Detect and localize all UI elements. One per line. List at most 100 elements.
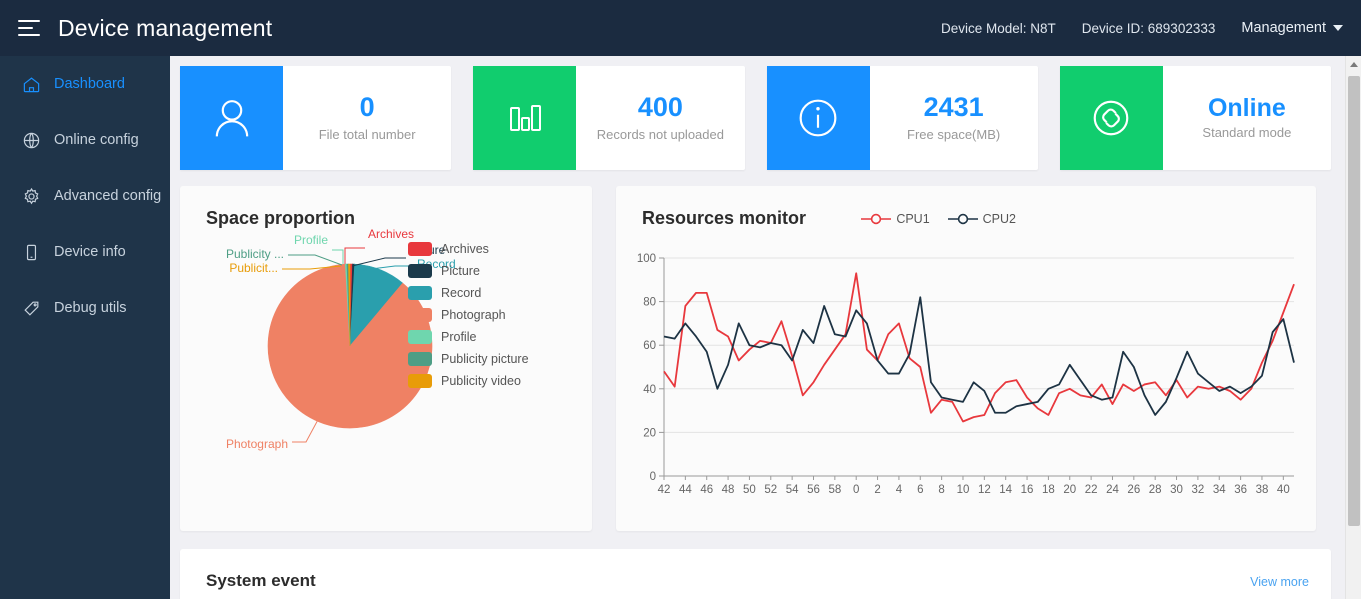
x-axis-tick-label: 8: [938, 484, 944, 496]
legend-swatch: [408, 352, 432, 366]
x-axis-tick-label: 34: [1213, 484, 1226, 496]
top-header-bar: Device management Device Model: N8T Devi…: [0, 0, 1361, 56]
pie-legend-item[interactable]: Picture: [408, 264, 529, 278]
y-axis-tick-label: 80: [643, 297, 656, 309]
stat-card-free-space[interactable]: 2431 Free space(MB): [766, 66, 1038, 170]
pie-callout-label: Archives: [368, 227, 414, 241]
x-axis-tick-label: 46: [700, 484, 713, 496]
space-proportion-pie-chart[interactable]: Archives Picture Record Profile Publicity ..…: [180, 186, 592, 531]
x-axis-tick-label: 4: [896, 484, 903, 496]
main-content: 0 File total number 400 Records not uplo…: [170, 56, 1345, 599]
pie-legend: Archives Picture Record Photograph Profile Pu…: [408, 242, 529, 388]
legend-label: Profile: [441, 330, 477, 344]
line-series[interactable]: [663, 296, 1295, 416]
resources-monitor-panel: Resources monitor CPU1 CPU2 0 20 40 60 80 100 4…: [616, 186, 1316, 531]
pie-callout-label: Publicit...: [229, 261, 278, 275]
stat-label: Records not uploaded: [596, 126, 724, 142]
resources-monitor-line-chart[interactable]: 02040608010042 44 46 48 50 52 54 56 58 0 2 4 6 8 10 12 1…: [616, 186, 1316, 531]
device-model-text: Device Model: N8T: [940, 20, 1056, 36]
scroll-up-arrow-icon[interactable]: [1346, 56, 1361, 72]
x-axis-tick-label: 58: [828, 484, 841, 496]
x-axis-tick-label: 44: [679, 484, 692, 496]
line-marker-icon: [861, 213, 892, 225]
x-axis-tick-label: 28: [1149, 484, 1162, 496]
stat-label: Standard mode: [1202, 125, 1292, 141]
chevron-down-icon: [1333, 25, 1343, 31]
cpu-legend-label: CPU1: [896, 212, 930, 226]
info-icon: [766, 66, 870, 170]
stat-card-records-not-uploaded[interactable]: 400 Records not uploaded: [473, 66, 745, 170]
bar-chart-icon: [473, 66, 577, 170]
cpu-legend-item[interactable]: CPU1: [861, 212, 930, 226]
x-axis-tick-label: 38: [1256, 484, 1269, 496]
scrollbar-thumb[interactable]: [1348, 76, 1360, 526]
y-axis-tick-label: 60: [643, 340, 656, 352]
y-axis-tick-label: 40: [643, 384, 656, 396]
pie-legend-item[interactable]: Publicity picture: [408, 352, 529, 366]
home-icon: [20, 73, 42, 95]
x-axis-tick-label: 0: [853, 484, 859, 496]
globe-icon: [20, 129, 42, 151]
system-event-panel: System event View more: [180, 549, 1331, 599]
pie-callout-label: Profile: [294, 233, 328, 247]
stat-value: Online: [1207, 93, 1286, 122]
sidebar-item-dashboard[interactable]: Dashboard: [0, 56, 170, 112]
legend-label: Picture: [441, 264, 480, 278]
legend-label: Publicity video: [441, 374, 521, 388]
system-event-title: System event: [206, 571, 316, 590]
sidebar-item-online-config[interactable]: Online config: [0, 112, 170, 168]
tag-icon: [20, 297, 42, 319]
sidebar-item-label: Debug utils: [54, 300, 127, 316]
stat-value: 0: [359, 92, 375, 123]
stat-label: File total number: [318, 126, 416, 142]
x-axis-tick-label: 32: [1191, 484, 1204, 496]
x-axis-tick-label: 30: [1170, 484, 1183, 496]
x-axis-tick-label: 54: [786, 484, 799, 496]
pie-legend-item[interactable]: Profile: [408, 330, 529, 344]
x-axis-tick-label: 48: [722, 484, 735, 496]
legend-swatch: [408, 286, 432, 300]
pie-legend-item[interactable]: Record: [408, 286, 529, 300]
legend-swatch: [408, 330, 432, 344]
dashboard-page: Device management Device Model: N8T Devi…: [0, 0, 1361, 599]
pie-legend-item[interactable]: Photograph: [408, 308, 529, 322]
y-axis-tick-label: 20: [643, 427, 656, 439]
sidebar: Dashboard Online config Advanced config …: [0, 56, 170, 599]
pie-callout-label: Photograph: [226, 437, 288, 451]
legend-label: Publicity picture: [441, 352, 529, 366]
x-axis-tick-label: 52: [764, 484, 777, 496]
line-marker-icon: [947, 213, 978, 225]
legend-label: Archives: [441, 242, 489, 256]
space-proportion-panel: Space proportion Archives Picture Record Pr…: [180, 186, 592, 531]
sidebar-item-advanced-config[interactable]: Advanced config: [0, 168, 170, 224]
pie-legend-item[interactable]: Publicity video: [408, 374, 529, 388]
panel-title: Space proportion: [206, 208, 356, 228]
view-more-link[interactable]: View more: [1250, 575, 1309, 589]
header-right-group: Device Model: N8T Device ID: 689302333 M…: [941, 20, 1343, 36]
stat-card-online-status[interactable]: Online Standard mode: [1059, 66, 1331, 170]
sidebar-item-debug-utils[interactable]: Debug utils: [0, 280, 170, 336]
x-axis-tick-label: 14: [999, 484, 1012, 496]
hamburger-icon[interactable]: [18, 20, 40, 36]
cpu-legend-item[interactable]: CPU2: [947, 212, 1016, 226]
y-axis-tick-label: 100: [637, 253, 656, 265]
page-scrollbar[interactable]: [1345, 56, 1361, 599]
pie-legend-item[interactable]: Archives: [408, 242, 529, 256]
page-title: Device management: [58, 14, 273, 41]
sidebar-item-label: Advanced config: [54, 188, 162, 204]
x-axis-tick-label: 2: [874, 484, 880, 496]
legend-swatch: [408, 308, 432, 322]
stat-card-file-total[interactable]: 0 File total number: [180, 66, 452, 170]
legend-label: Photograph: [441, 308, 506, 322]
x-axis-tick-label: 22: [1085, 484, 1098, 496]
x-axis-tick-label: 6: [917, 484, 923, 496]
x-axis-tick-label: 24: [1106, 484, 1119, 496]
stat-value: 400: [637, 92, 683, 123]
management-menu[interactable]: Management: [1241, 20, 1343, 36]
sidebar-item-device-info[interactable]: Device info: [0, 224, 170, 280]
legend-swatch: [408, 374, 432, 388]
phone-icon: [20, 241, 42, 263]
x-axis-tick-label: 50: [743, 484, 756, 496]
x-axis-tick-label: 36: [1234, 484, 1247, 496]
chart-panel-row: Space proportion Archives Picture Record Pr…: [180, 186, 1331, 531]
